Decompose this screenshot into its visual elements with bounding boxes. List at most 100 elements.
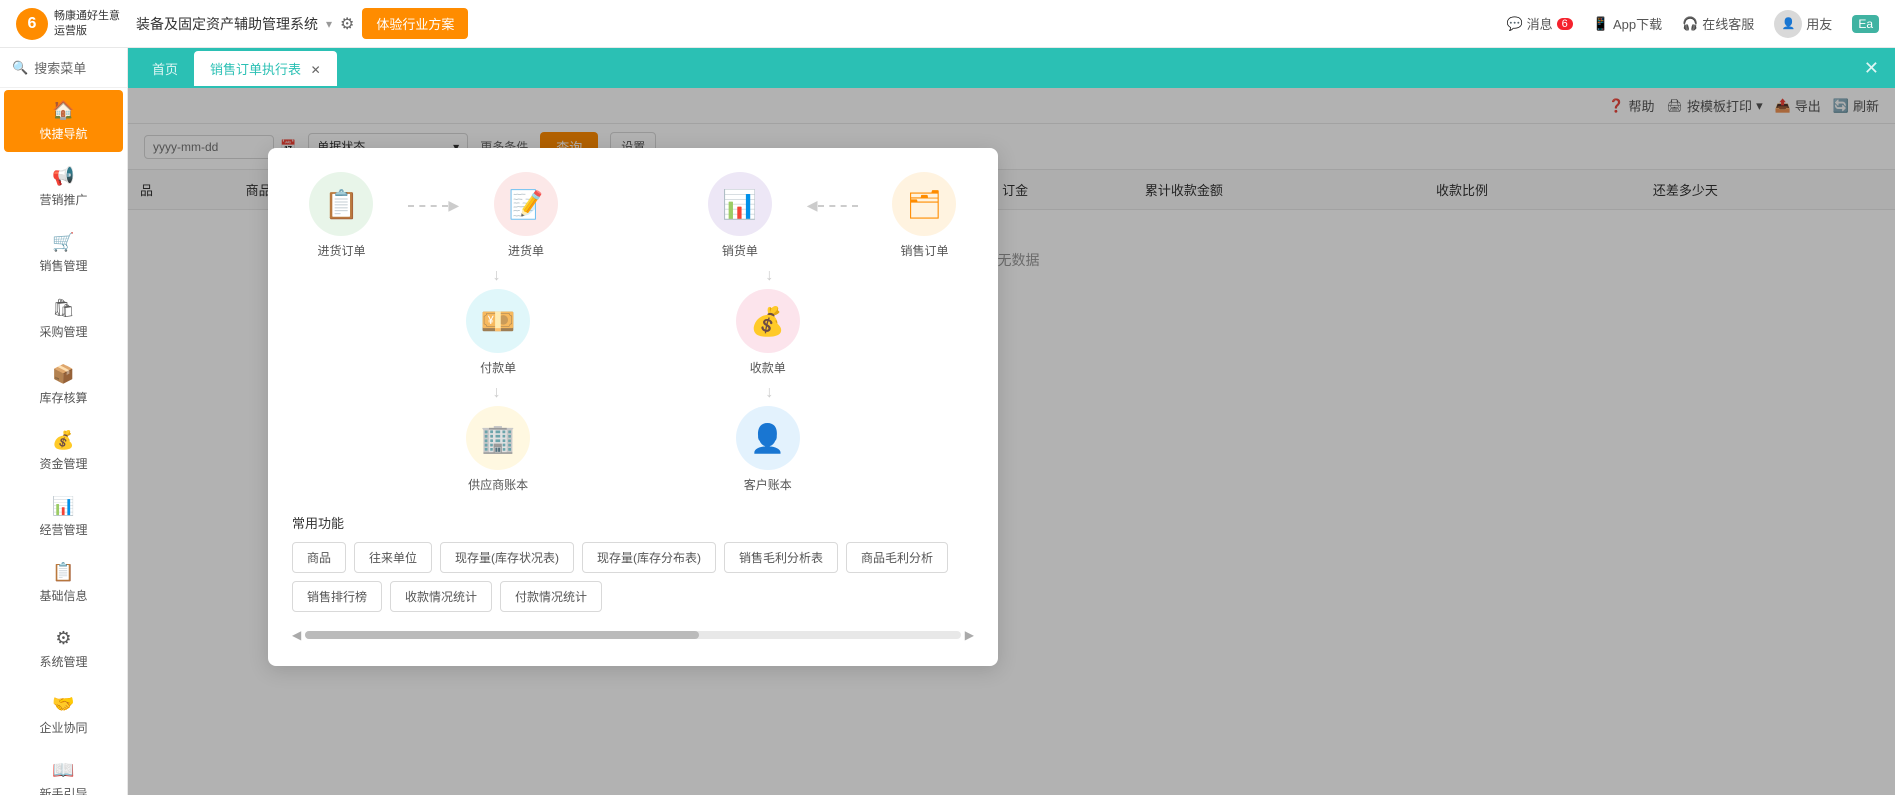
- top-navbar: 6 畅康通好生意 运营版 装备及固定资产辅助管理系统 ▾ ⚙ 体验行业方案 💬 …: [0, 0, 1895, 48]
- tab-bar-close-icon[interactable]: ✕: [1856, 58, 1887, 79]
- scrollbar-thumb: [305, 631, 698, 639]
- cf-btn-5[interactable]: 商品毛利分析: [846, 542, 948, 573]
- sidebar-item-marketing[interactable]: 📢 营销推广: [4, 156, 123, 218]
- flow-col-receipt: 💰 收款单: [736, 289, 800, 376]
- flow-node-payment[interactable]: 💴 付款单: [466, 289, 530, 376]
- sidebar-item-inventory[interactable]: 📦 库存核算: [4, 354, 123, 416]
- flow-col-1: 📝 进货单: [494, 172, 558, 259]
- flow-col-2: 📊 销货单: [708, 172, 772, 259]
- content-area: ❓ 帮助 🖨 按模板打印 ▾ 📤 导出 🔄: [128, 88, 1895, 795]
- clipboard-icon: 📋: [52, 562, 74, 583]
- flow-col-0: 📋 进货订单: [309, 172, 373, 259]
- tab-sales-order[interactable]: 销售订单执行表 ✕: [194, 51, 337, 86]
- modal-overlay: 📋 进货订单 ▶: [128, 88, 1895, 795]
- system-title: 装备及固定资产辅助管理系统: [136, 14, 318, 34]
- cf-btn-3[interactable]: 现存量(库存分布表): [582, 542, 716, 573]
- nav-right: 💬 消息 6 📱 App下载 🎧 在线客服 👤 用友 Ea: [1506, 10, 1879, 38]
- tab-home[interactable]: 首页: [136, 51, 194, 86]
- flow-node-customer-ledger[interactable]: 👤 客户账本: [736, 406, 800, 493]
- sidebar-item-purchase[interactable]: 🛍 采购管理: [4, 288, 123, 350]
- money-icon: 💰: [52, 430, 74, 451]
- flow-node-purchase-bill[interactable]: 📝 进货单: [494, 172, 558, 259]
- sidebar-item-guide[interactable]: 📖 新手引导: [4, 750, 123, 795]
- logo-area: 6 畅康通好生意 运营版: [16, 8, 136, 40]
- cf-btn-4[interactable]: 销售毛利分析表: [724, 542, 838, 573]
- flow-col-supplier-ledger: 🏢 供应商账本: [466, 406, 530, 493]
- cf-btn-0[interactable]: 商品: [292, 542, 346, 573]
- flow-node-purchase-order[interactable]: 📋 进货订单: [309, 172, 373, 259]
- flow-label-purchase-bill: 进货单: [508, 242, 544, 259]
- flow-circle-receipt: 💰: [736, 289, 800, 353]
- home-icon: 🏠: [52, 100, 74, 121]
- experience-btn[interactable]: 体验行业方案: [362, 8, 468, 39]
- avatar-text-badge: Ea: [1852, 15, 1879, 33]
- tab-bar: 首页 销售订单执行表 ✕ ✕: [128, 48, 1895, 88]
- user-nav-item[interactable]: 👤 用友: [1774, 10, 1832, 38]
- app-download-nav-item[interactable]: 📱 App下载: [1593, 14, 1662, 33]
- megaphone-icon: 📢: [52, 166, 74, 187]
- scrollbar-track[interactable]: [305, 631, 961, 639]
- flow-node-receipt[interactable]: 💰 收款单: [736, 289, 800, 376]
- flow-circle-sale-bill: 📊: [708, 172, 772, 236]
- modal-box: 📋 进货订单 ▶: [268, 148, 998, 666]
- sidebar-item-basic[interactable]: 📋 基础信息: [4, 552, 123, 614]
- flow-node-sale-order[interactable]: 🗂 销售订单: [892, 172, 956, 259]
- search-icon: 🔍: [12, 60, 28, 76]
- book-icon: 📖: [52, 760, 74, 781]
- sidebar: 🔍 搜索菜单 🏠 快捷导航 📢 营销推广 🛒 销售管理 🛍 采购管理 📦: [0, 48, 128, 795]
- avatar: 👤: [1774, 10, 1802, 38]
- sidebar-item-quick-nav[interactable]: 🏠 快捷导航: [4, 90, 123, 152]
- scroll-left-icon[interactable]: ◀: [292, 628, 301, 642]
- flow-label-sale-order: 销售订单: [900, 242, 948, 259]
- logo-text: 畅康通好生意 运营版: [54, 9, 120, 38]
- flow-circle-customer-ledger: 👤: [736, 406, 800, 470]
- sidebar-item-system[interactable]: ⚙ 系统管理: [4, 618, 123, 680]
- app-download-icon: 📱: [1593, 16, 1609, 32]
- flow-label-payment: 付款单: [480, 359, 516, 376]
- logo-icon: 6: [16, 8, 48, 40]
- cf-btn-8[interactable]: 付款情况统计: [500, 581, 602, 612]
- cart-icon: 🛒: [52, 232, 74, 253]
- message-icon: 💬: [1506, 16, 1522, 32]
- flow-node-supplier-ledger[interactable]: 🏢 供应商账本: [466, 406, 530, 493]
- message-badge: 6: [1557, 18, 1573, 30]
- headset-icon: 🎧: [1682, 16, 1698, 32]
- modal-scrollbar: ◀ ▶: [292, 628, 974, 642]
- flow-label-sale-bill: 销货单: [722, 242, 758, 259]
- flow-circle-sale-order: 🗂: [892, 172, 956, 236]
- bag-icon: 🛍: [52, 298, 75, 319]
- flow-node-sale-bill[interactable]: 📊 销货单: [708, 172, 772, 259]
- system-title-area: 装备及固定资产辅助管理系统 ▾ ⚙ 体验行业方案: [136, 8, 1506, 39]
- flow-label-purchase-order: 进货订单: [317, 242, 365, 259]
- chevron-down-icon[interactable]: ▾: [326, 17, 332, 31]
- tab-close-icon[interactable]: ✕: [311, 63, 321, 77]
- cf-buttons-row1: 商品 往来单位 现存量(库存状况表) 现存量(库存分布表) 销售毛利分析表 商品…: [292, 542, 974, 573]
- message-nav-item[interactable]: 💬 消息 6: [1506, 14, 1572, 33]
- flow-col-payment: 💴 付款单: [466, 289, 530, 376]
- flow-label-receipt: 收款单: [750, 359, 786, 376]
- flow-circle-supplier-ledger: 🏢: [466, 406, 530, 470]
- handshake-icon: 🤝: [52, 694, 74, 715]
- flow-circle-payment: 💴: [466, 289, 530, 353]
- online-service-nav-item[interactable]: 🎧 在线客服: [1682, 14, 1754, 33]
- sidebar-item-sales[interactable]: 🛒 销售管理: [4, 222, 123, 284]
- cf-buttons-row2: 销售排行榜 收款情况统计 付款情况统计: [292, 581, 974, 612]
- flow-circle-purchase-bill: 📝: [494, 172, 558, 236]
- cf-btn-7[interactable]: 收款情况统计: [390, 581, 492, 612]
- common-functions: 常用功能 商品 往来单位 现存量(库存状况表) 现存量(库存分布表) 销售毛利分…: [292, 513, 974, 612]
- box-icon: 📦: [52, 364, 74, 385]
- main-body: 🔍 搜索菜单 🏠 快捷导航 📢 营销推广 🛒 销售管理 🛍 采购管理 📦: [0, 48, 1895, 795]
- cf-btn-1[interactable]: 往来单位: [354, 542, 432, 573]
- settings-icon[interactable]: ⚙: [340, 14, 354, 34]
- cf-btn-6[interactable]: 销售排行榜: [292, 581, 382, 612]
- flow-col-3: 🗂 销售订单: [892, 172, 956, 259]
- sidebar-item-finance[interactable]: 💰 资金管理: [4, 420, 123, 482]
- flow-col-customer-ledger: 👤 客户账本: [736, 406, 800, 493]
- cf-btn-2[interactable]: 现存量(库存状况表): [440, 542, 574, 573]
- sidebar-item-operations[interactable]: 📊 经营管理: [4, 486, 123, 548]
- scroll-right-icon[interactable]: ▶: [965, 628, 974, 642]
- flow-circle-purchase-order: 📋: [309, 172, 373, 236]
- sidebar-item-enterprise[interactable]: 🤝 企业协同: [4, 684, 123, 746]
- gear-icon: ⚙: [55, 628, 71, 649]
- sidebar-search[interactable]: 🔍 搜索菜单: [0, 48, 127, 88]
